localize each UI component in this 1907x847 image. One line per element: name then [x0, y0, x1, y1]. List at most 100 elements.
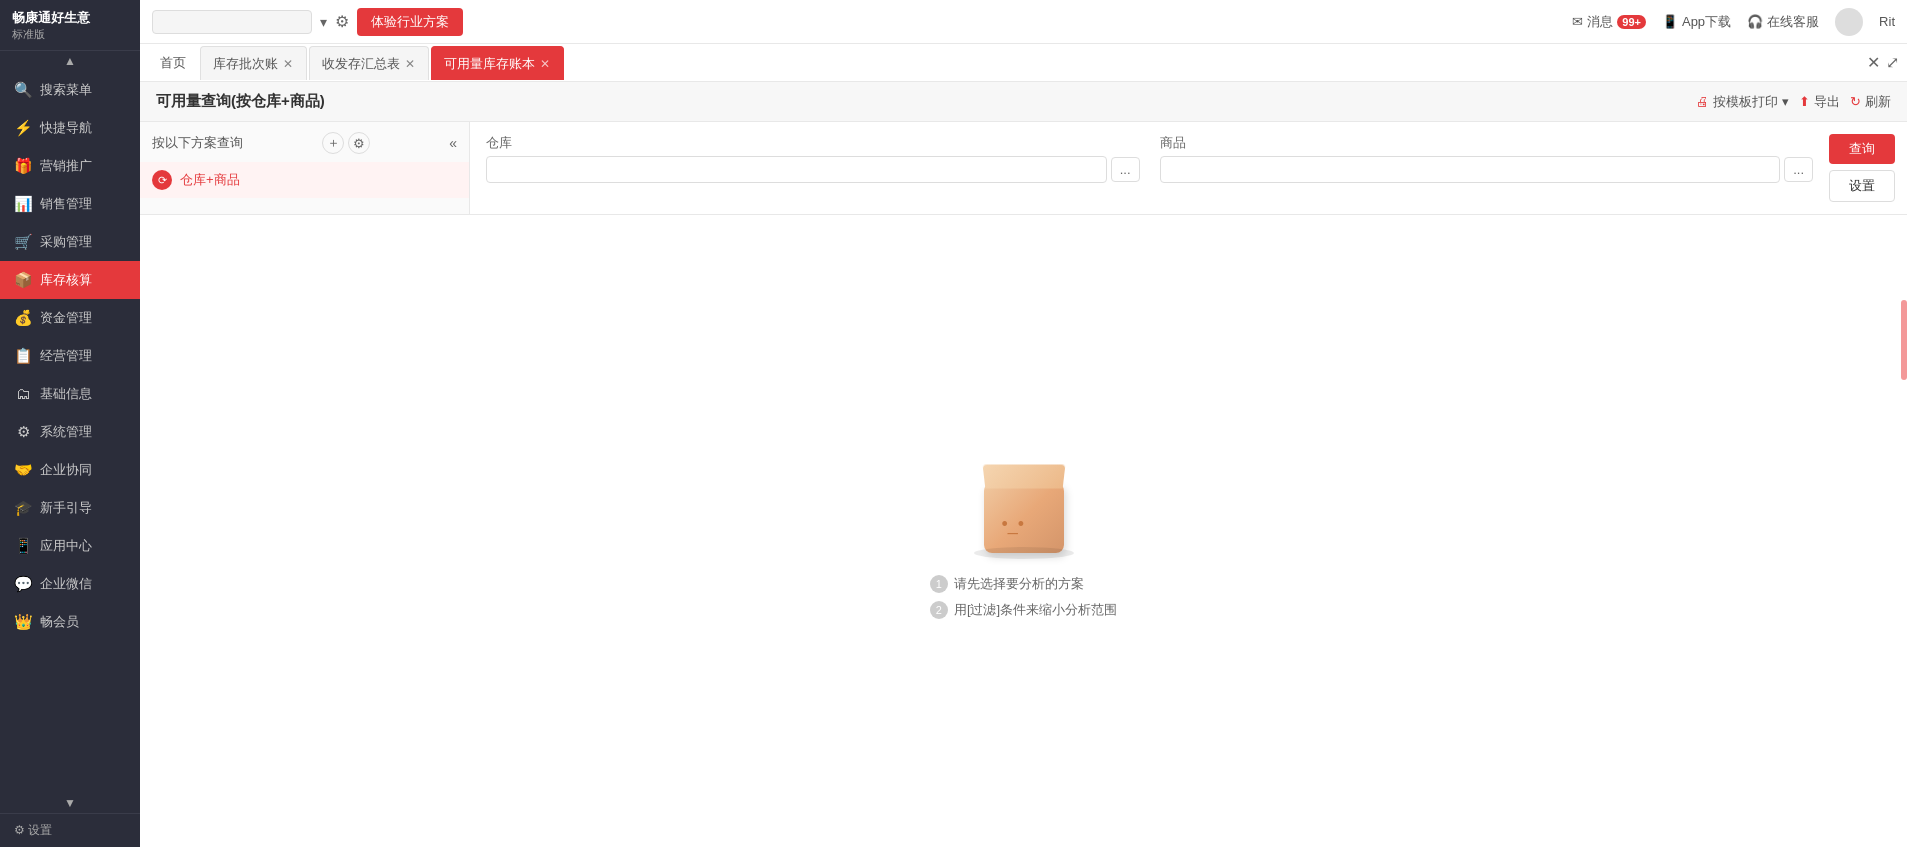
close-window-btn[interactable]: ✕: [1867, 53, 1880, 72]
sidebar-item-sales[interactable]: 📊销售管理: [0, 185, 140, 223]
manage-scheme-btn[interactable]: ⚙: [348, 132, 370, 154]
content-area: 可用量查询(按仓库+商品) 🖨 按模板打印 ▾ ⬆ 导出 ↻ 刷新: [140, 82, 1907, 847]
sidebar-label-member: 畅会员: [40, 613, 79, 631]
sidebar-item-purchase[interactable]: 🛒采购管理: [0, 223, 140, 261]
sidebar-item-marketing[interactable]: 🎁营销推广: [0, 147, 140, 185]
tab-close-available-stock[interactable]: ✕: [539, 58, 551, 70]
goods-label: 商品: [1160, 134, 1814, 152]
print-icon: 🖨: [1696, 94, 1709, 109]
collapse-scheme-btn[interactable]: «: [449, 135, 457, 151]
print-label: 按模板打印: [1713, 93, 1778, 111]
tab-close-collect-summary[interactable]: ✕: [404, 58, 416, 70]
goods-input[interactable]: [1160, 156, 1781, 183]
sidebar-label-wechat: 企业微信: [40, 575, 92, 593]
basic-info-icon: 🗂: [14, 385, 32, 402]
sidebar-item-inventory[interactable]: 📦库存核算: [0, 261, 140, 299]
query-btn[interactable]: 查询: [1829, 134, 1895, 164]
sidebar-item-search[interactable]: 🔍 搜索菜单: [0, 71, 140, 109]
phone-icon: 📱: [1662, 14, 1678, 29]
print-btn[interactable]: 🖨 按模板打印 ▾: [1696, 93, 1789, 111]
sidebar-item-wechat[interactable]: 💬 企业微信: [0, 565, 140, 603]
scrollbar-thumb[interactable]: [1901, 300, 1907, 380]
empty-face: •_•: [1002, 514, 1025, 535]
topbar-right: ✉ 消息 99+ 📱 App下载 🎧 在线客服 Rit: [1572, 8, 1895, 36]
app-download-label: App下载: [1682, 13, 1731, 31]
tab-batch-account[interactable]: 库存批次账 ✕: [200, 46, 307, 80]
settings-btn[interactable]: 设置: [1829, 170, 1895, 202]
print-dropdown-icon: ▾: [1782, 94, 1789, 109]
goods-dots-btn[interactable]: ...: [1784, 157, 1813, 182]
sidebar-label-marketing: 营销推广: [40, 157, 92, 175]
warehouse-field-group: 仓库 ...: [486, 134, 1140, 183]
customer-service-label: 在线客服: [1767, 13, 1819, 31]
sidebar-item-app-center[interactable]: 📱应用中心: [0, 527, 140, 565]
tabs-bar: 首页库存批次账✕收发存汇总表✕可用量库存账本✕ ✕ ⤢: [140, 44, 1907, 82]
sidebar-label-search: 搜索菜单: [40, 81, 92, 99]
app-center-icon: 📱: [14, 537, 32, 555]
tab-label-home: 首页: [160, 54, 186, 72]
empty-shadow: [974, 547, 1074, 559]
system-icon: ⚙: [14, 423, 32, 441]
warehouse-input[interactable]: [486, 156, 1107, 183]
gear-btn[interactable]: ⚙: [335, 12, 349, 31]
scheme-header: 按以下方案查询 ＋ ⚙ «: [140, 132, 469, 162]
tab-label-batch-account: 库存批次账: [213, 55, 278, 73]
sidebar-item-operations[interactable]: 📋经营管理: [0, 337, 140, 375]
tab-available-stock[interactable]: 可用量库存账本 ✕: [431, 46, 564, 80]
finance-icon: 💰: [14, 309, 32, 327]
customer-service-btn[interactable]: 🎧 在线客服: [1747, 13, 1819, 31]
search-dropdown-btn[interactable]: ▾: [320, 14, 327, 30]
sidebar-label-sales: 销售管理: [40, 195, 92, 213]
search-input[interactable]: [152, 10, 312, 34]
hint-row-2: 2 用[过滤]条件来缩小分析范围: [930, 601, 1117, 619]
industry-btn[interactable]: 体验行业方案: [357, 8, 463, 36]
messages-label: 消息: [1587, 13, 1613, 31]
messages-btn[interactable]: ✉ 消息 99+: [1572, 13, 1646, 31]
query-action-panel: 查询 设置: [1829, 122, 1907, 214]
sidebar-item-basic-info[interactable]: 🗂基础信息: [0, 375, 140, 413]
scheme-item-warehouse-goods[interactable]: ⟳ 仓库+商品: [140, 162, 469, 198]
warehouse-label: 仓库: [486, 134, 1140, 152]
wechat-icon: 💬: [14, 575, 32, 593]
export-btn[interactable]: ⬆ 导出: [1799, 93, 1840, 111]
maximize-window-btn[interactable]: ⤢: [1886, 53, 1899, 72]
tab-label-available-stock: 可用量库存账本: [444, 55, 535, 73]
refresh-label: 刷新: [1865, 93, 1891, 111]
sidebar-item-guide[interactable]: 🎓新手引导: [0, 489, 140, 527]
add-scheme-btn[interactable]: ＋: [322, 132, 344, 154]
username: Rit: [1879, 14, 1895, 29]
message-icon: ✉: [1572, 14, 1583, 29]
sidebar-label-enterprise: 企业协同: [40, 461, 92, 479]
refresh-icon: ↻: [1850, 94, 1861, 109]
page-header-actions: 🖨 按模板打印 ▾ ⬆ 导出 ↻ 刷新: [1696, 93, 1891, 111]
enterprise-icon: 🤝: [14, 461, 32, 479]
quick-nav-icon: ⚡: [14, 119, 32, 137]
sidebar-item-enterprise[interactable]: 🤝 企业协同: [0, 451, 140, 489]
hint-num-2: 2: [930, 601, 948, 619]
sidebar-label-finance: 资金管理: [40, 309, 92, 327]
app-logo: 畅康通好生意 标准版: [0, 0, 140, 51]
page-header: 可用量查询(按仓库+商品) 🖨 按模板打印 ▾ ⬆ 导出 ↻ 刷新: [140, 82, 1907, 122]
tab-close-batch-account[interactable]: ✕: [282, 58, 294, 70]
sidebar-item-member[interactable]: 👑畅会员: [0, 603, 140, 641]
sidebar-label-operations: 经营管理: [40, 347, 92, 365]
hint-text-1: 请先选择要分析的方案: [954, 575, 1084, 593]
warehouse-dots-btn[interactable]: ...: [1111, 157, 1140, 182]
hint-text-2: 用[过滤]条件来缩小分析范围: [954, 601, 1117, 619]
sidebar-bottom-item[interactable]: ⚙ 设置: [0, 813, 140, 847]
sidebar-item-quick-nav[interactable]: ⚡快捷导航: [0, 109, 140, 147]
warehouse-input-row: ...: [486, 156, 1140, 183]
sidebar-scroll-down[interactable]: ▼: [0, 793, 140, 813]
refresh-btn[interactable]: ↻ 刷新: [1850, 93, 1891, 111]
sidebar-item-system[interactable]: ⚙系统管理: [0, 413, 140, 451]
sidebar-item-finance[interactable]: 💰 资金管理: [0, 299, 140, 337]
scheme-item-label: 仓库+商品: [180, 171, 240, 189]
search-icon: 🔍: [14, 81, 32, 99]
app-name: 畅康通好生意: [12, 10, 128, 27]
app-download-btn[interactable]: 📱 App下载: [1662, 13, 1731, 31]
sidebar-scroll-up[interactable]: ▲: [0, 51, 140, 71]
tab-home[interactable]: 首页: [148, 46, 198, 80]
headset-icon: 🎧: [1747, 14, 1763, 29]
sidebar-label-guide: 新手引导: [40, 499, 92, 517]
tab-collect-summary[interactable]: 收发存汇总表✕: [309, 46, 429, 80]
